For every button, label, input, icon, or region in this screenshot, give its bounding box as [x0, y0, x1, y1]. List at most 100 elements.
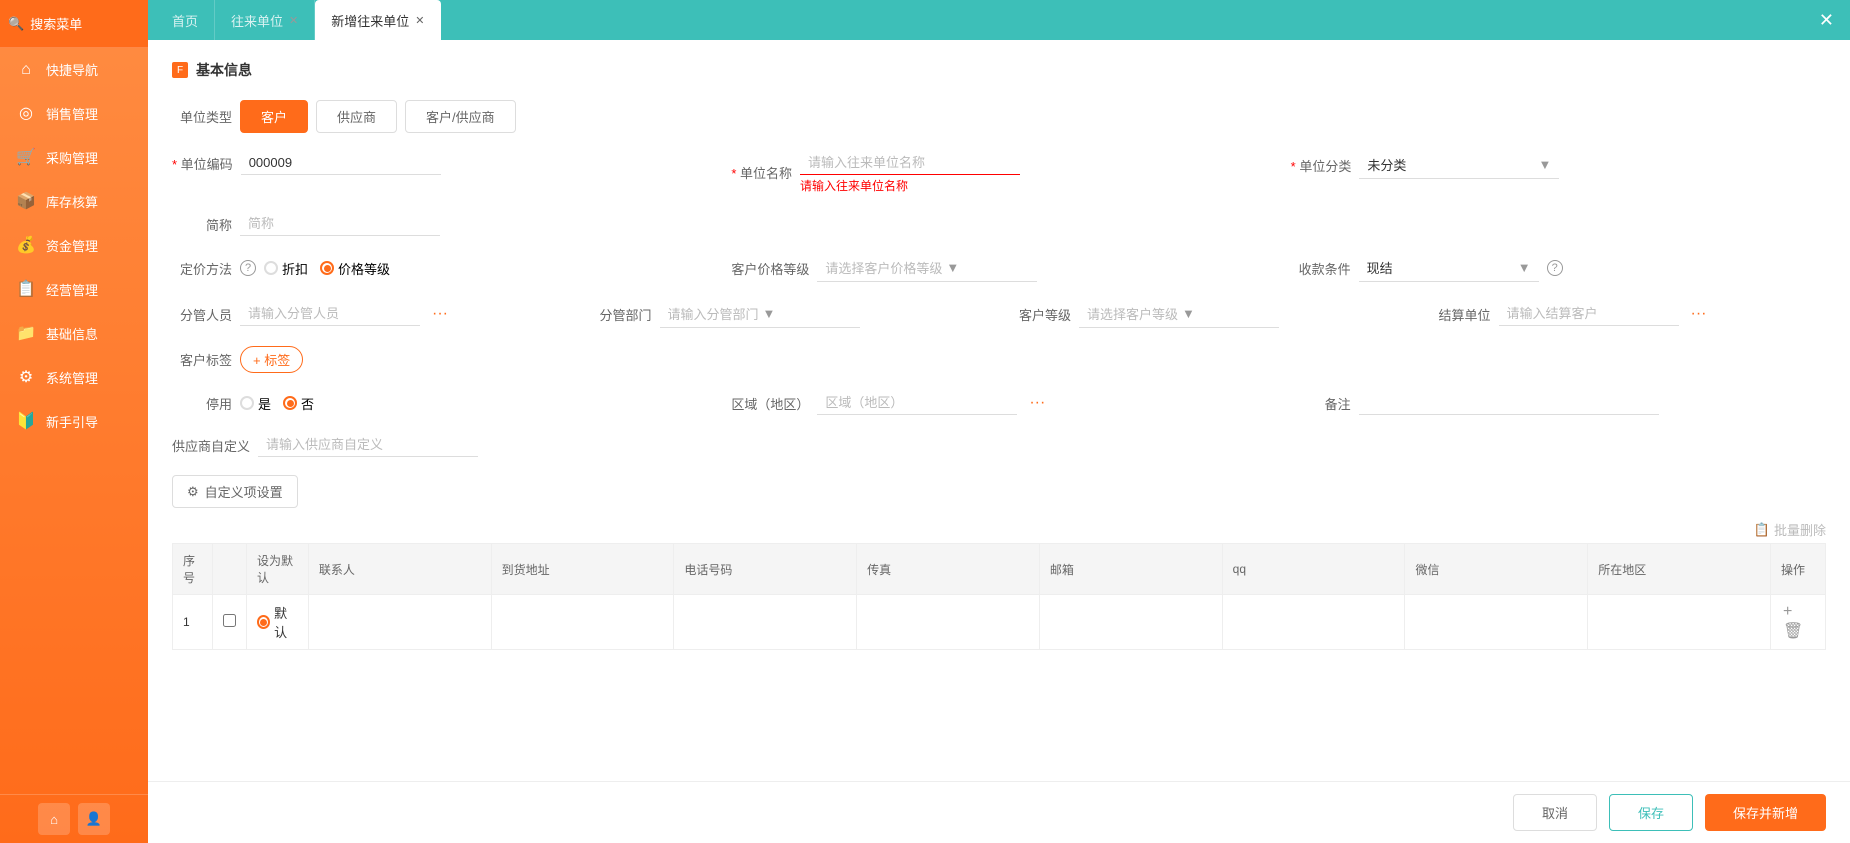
row-phone[interactable] — [674, 595, 857, 650]
batch-delete-area: 📋 批量删除 — [172, 520, 1826, 539]
row-wechat-input[interactable] — [1415, 611, 1577, 634]
code-input[interactable] — [241, 151, 441, 175]
name-label: 单位名称 — [731, 163, 792, 182]
gear-icon: ⚙ — [187, 484, 199, 500]
row-no: 1 — [173, 595, 213, 650]
tab-home[interactable]: 首页 — [156, 0, 215, 40]
row-email[interactable] — [1039, 595, 1222, 650]
save-and-new-button[interactable]: 保存并新增 — [1705, 794, 1826, 831]
abbr-input[interactable] — [240, 212, 440, 236]
unit-type-group: 单位类型 客户 供应商 客户/供应商 — [172, 100, 1826, 133]
row-delete-btn[interactable]: 🗑 — [1781, 623, 1805, 640]
category-select[interactable]: 未分类 ▼ — [1359, 151, 1559, 179]
row-email-input[interactable] — [1050, 611, 1212, 634]
disable-radio-yes[interactable]: 是 — [240, 394, 271, 413]
category-label: 单位分类 — [1291, 156, 1352, 175]
sidebar-item-purchase[interactable]: 🛒 采购管理 — [0, 135, 148, 179]
sidebar-item-basic-info[interactable]: 📁 基础信息 — [0, 311, 148, 355]
sidebar-home-btn[interactable]: ⌂ — [38, 803, 70, 835]
finance-icon: 💰 — [16, 235, 36, 255]
disable-radios: 是 否 — [240, 394, 314, 413]
type-btn-both[interactable]: 客户/供应商 — [405, 100, 516, 133]
row-qq-input[interactable] — [1233, 611, 1395, 634]
dept-select[interactable]: 请输入分管部门 ▼ — [660, 300, 860, 328]
sidebar-item-system[interactable]: ⚙ 系统管理 — [0, 355, 148, 399]
remark-input[interactable] — [1359, 391, 1659, 415]
tab-partner-list[interactable]: 往来单位 ✕ — [215, 0, 315, 40]
payment-value: 现结 — [1367, 258, 1514, 277]
pricing-row: 定价方法 ? 折扣 价格等级 客户价格等级 请选择客户价格等级 — [172, 254, 1826, 282]
manager-more-btn[interactable]: ··· — [428, 305, 452, 323]
row-region-input[interactable] — [1598, 611, 1760, 634]
disable-no-circle — [283, 396, 297, 410]
abbr-group: 简称 — [172, 212, 1826, 236]
manager-row: 分管人员 ··· 分管部门 请输入分管部门 ▼ 客户等级 请选择客户等级 ▼ 结… — [172, 300, 1826, 328]
col-region: 所在地区 — [1588, 544, 1771, 595]
section-header: F 基本信息 — [172, 60, 1826, 80]
row-checkbox[interactable] — [223, 614, 236, 627]
tab-new-partner-close[interactable]: ✕ — [415, 14, 424, 27]
row-address[interactable] — [491, 595, 674, 650]
customer-level-select[interactable]: 请选择客户等级 ▼ — [1079, 300, 1279, 328]
sales-icon: ◎ — [16, 103, 36, 123]
table-row: 1 默认 — [173, 595, 1826, 650]
disable-radio-no[interactable]: 否 — [283, 394, 314, 413]
settlement-more-btn[interactable]: ··· — [1687, 305, 1711, 323]
sidebar-item-operations[interactable]: 📋 经营管理 — [0, 267, 148, 311]
pricing-help-icon[interactable]: ? — [240, 260, 256, 276]
row-contact[interactable] — [308, 595, 491, 650]
settlement-input[interactable] — [1499, 302, 1679, 326]
customer-price-select[interactable]: 请选择客户价格等级 ▼ — [817, 254, 1037, 282]
manager-input[interactable] — [240, 302, 420, 326]
sidebar-item-sales[interactable]: ◎ 销售管理 — [0, 91, 148, 135]
col-email: 邮箱 — [1039, 544, 1222, 595]
row-qq[interactable] — [1222, 595, 1405, 650]
purchase-icon: 🛒 — [16, 147, 36, 167]
tab-partner-list-close[interactable]: ✕ — [289, 14, 298, 27]
add-tag-button[interactable]: + 标签 — [240, 346, 303, 373]
sidebar-item-inventory[interactable]: 📦 库存核算 — [0, 179, 148, 223]
row-phone-input[interactable] — [684, 611, 846, 634]
batch-icon: 📋 — [1754, 522, 1770, 538]
row-fax-input[interactable] — [867, 611, 1029, 634]
row-contact-input[interactable] — [319, 611, 481, 634]
disable-region-row: 停用 是 否 区域（地区） ··· 备注 — [172, 391, 1826, 415]
search-menu-item[interactable]: 🔍 搜索菜单 — [8, 10, 140, 37]
pricing-radio-discount-label: 折扣 — [282, 259, 308, 278]
region-input[interactable] — [817, 391, 1017, 415]
row-fax[interactable] — [857, 595, 1040, 650]
col-wechat: 微信 — [1405, 544, 1588, 595]
row-region[interactable] — [1588, 595, 1771, 650]
region-more-btn[interactable]: ··· — [1025, 394, 1049, 412]
sidebar-user-btn[interactable]: 👤 — [78, 803, 110, 835]
name-input[interactable] — [800, 151, 1020, 175]
row-actions: + 🗑 — [1770, 595, 1825, 650]
row-add-btn[interactable]: + — [1781, 603, 1794, 620]
close-all-tabs-button[interactable]: ✕ — [1811, 10, 1842, 31]
payment-help-icon[interactable]: ? — [1547, 260, 1563, 276]
pricing-radio-price-level-label: 价格等级 — [338, 259, 390, 278]
sidebar-item-guide[interactable]: 🔰 新手引导 — [0, 399, 148, 443]
supplier-custom-input[interactable] — [258, 433, 478, 457]
payment-label: 收款条件 — [1291, 259, 1351, 278]
custom-settings-button[interactable]: ⚙ 自定义项设置 — [172, 475, 298, 508]
sidebar-label-inventory: 库存核算 — [46, 192, 98, 211]
contact-table: 序号 设为默认 联系人 到货地址 电话号码 传真 邮箱 qq 微信 所在地区 操… — [172, 543, 1826, 650]
customer-price-placeholder: 请选择客户价格等级 — [825, 258, 942, 277]
batch-delete-label[interactable]: 批量删除 — [1774, 520, 1826, 539]
type-btn-customer[interactable]: 客户 — [240, 100, 308, 133]
payment-select[interactable]: 现结 ▼ — [1359, 254, 1539, 282]
row-default-radio-circle — [257, 615, 270, 629]
type-btn-supplier[interactable]: 供应商 — [316, 100, 397, 133]
row-address-input[interactable] — [502, 611, 664, 634]
pricing-radio-discount[interactable]: 折扣 — [264, 259, 308, 278]
cancel-button[interactable]: 取消 — [1513, 794, 1597, 831]
disable-yes-circle — [240, 396, 254, 410]
tab-new-partner[interactable]: 新增往来单位 ✕ — [315, 0, 441, 40]
save-button[interactable]: 保存 — [1609, 794, 1693, 831]
sidebar-item-quick-nav[interactable]: ⌂ 快捷导航 — [0, 48, 148, 91]
sidebar-item-finance[interactable]: 💰 资金管理 — [0, 223, 148, 267]
row-wechat[interactable] — [1405, 595, 1588, 650]
row-default-radio[interactable]: 默认 — [257, 603, 298, 641]
pricing-radio-price-level[interactable]: 价格等级 — [320, 259, 390, 278]
